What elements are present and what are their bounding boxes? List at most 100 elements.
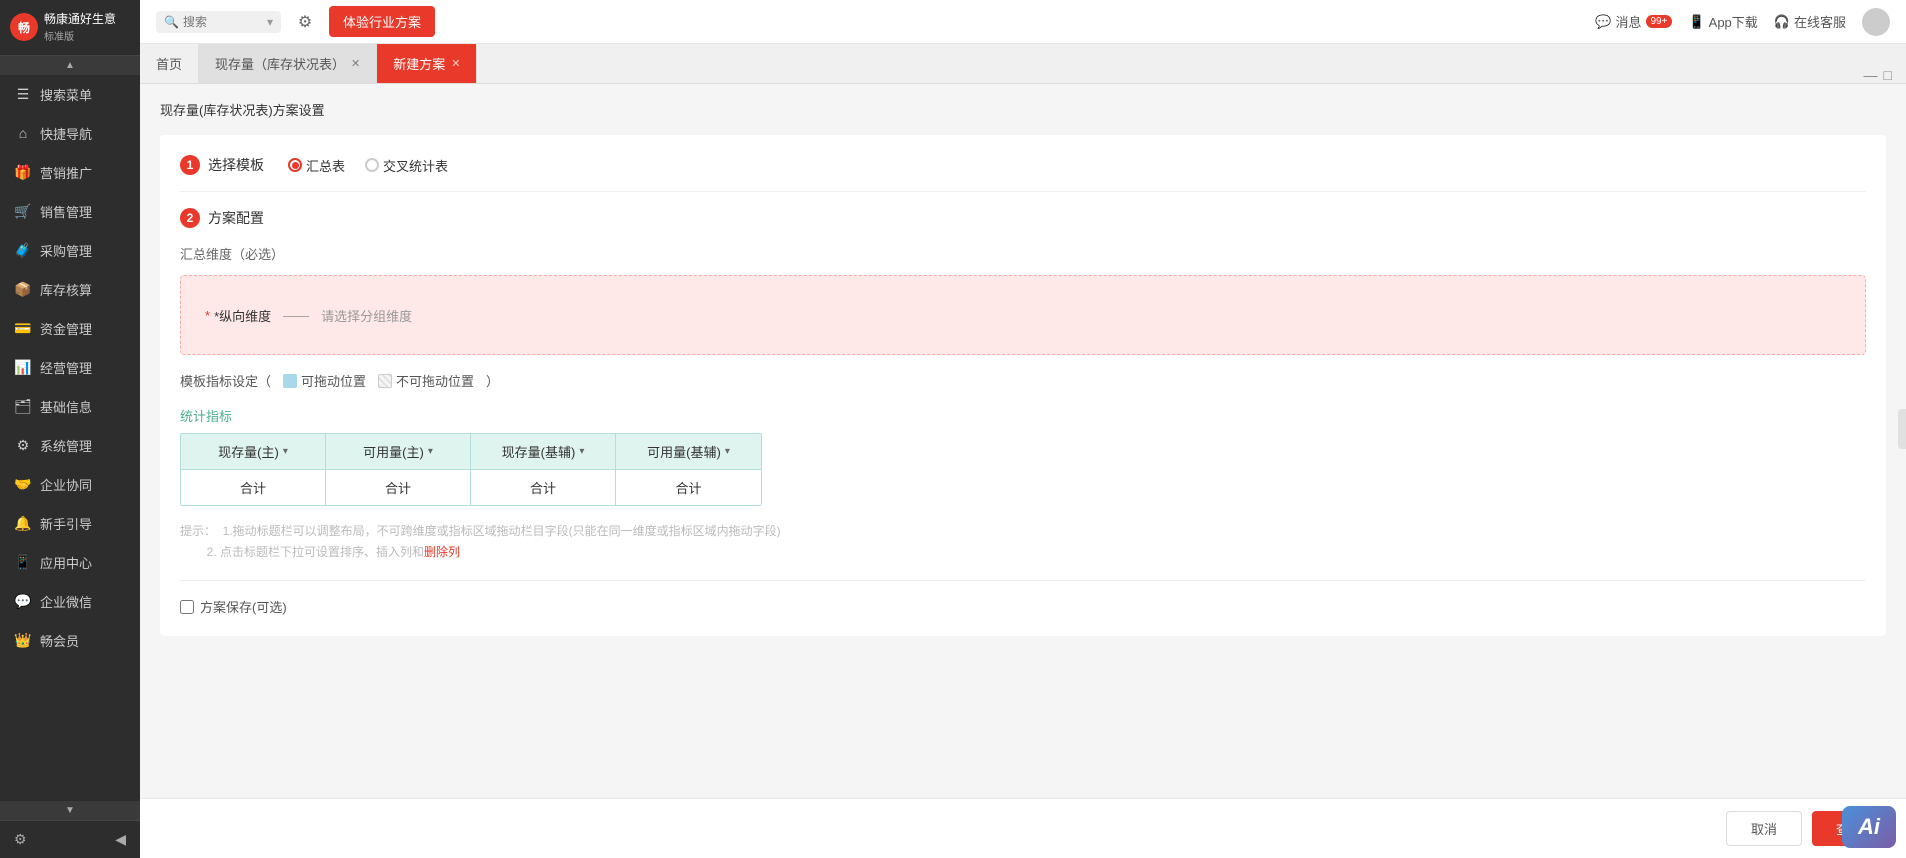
- sidebar-item-search-menu[interactable]: ☰ 搜索菜单: [0, 75, 140, 114]
- settings-icon[interactable]: ⚙: [14, 831, 27, 848]
- tab-new-scheme[interactable]: 新建方案 ✕: [377, 44, 477, 83]
- stats-col-3-label: 可用量(基辅): [647, 442, 721, 461]
- sidebar-item-marketing[interactable]: 🎁 营销推广: [0, 153, 140, 192]
- tab-inventory-status-close[interactable]: ✕: [351, 57, 360, 70]
- sidebar-footer: ⚙ ◀: [0, 820, 140, 858]
- stats-col-2[interactable]: 现存量(基辅) ▾: [471, 434, 616, 469]
- stats-col-0-label: 现存量(主): [218, 442, 279, 461]
- topbar-right: 💬 消息 99+ 📱 App下载 🎧 在线客服: [1595, 8, 1890, 36]
- finance-icon: 💳: [14, 319, 32, 337]
- dimension-placeholder: 请选择分组维度: [321, 306, 412, 325]
- stats-col-1-chevron: ▾: [428, 446, 433, 457]
- app-name-block: 畅康通好生意 标准版: [44, 12, 116, 43]
- messages-icon: 💬: [1595, 14, 1611, 30]
- search-icon: 🔍: [164, 15, 179, 29]
- not-draggable-pattern-box: [378, 374, 392, 388]
- app-download-button[interactable]: 📱 App下载: [1688, 12, 1757, 31]
- topbar-gear-icon[interactable]: ⚙: [291, 8, 319, 36]
- radio-cross-label: 交叉统计表: [383, 156, 448, 175]
- search-dropdown-icon[interactable]: ▾: [267, 15, 273, 29]
- tips-item-1: 2. 点击标题栏下拉可设置排序、插入列和删除列: [180, 543, 1866, 560]
- right-scroll-handle[interactable]: [1898, 409, 1906, 449]
- sidebar-scroll-down[interactable]: ▼: [0, 801, 140, 820]
- app-center-icon: 📱: [14, 553, 32, 571]
- inventory-icon: 📦: [14, 280, 32, 298]
- sidebar-item-cooperation[interactable]: 🤝 企业协同: [0, 465, 140, 504]
- indicator-settings-row: 模板指标设定（ 可拖动位置 不可拖动位置 ）: [180, 371, 1866, 390]
- dimension-dash: ——: [283, 308, 309, 323]
- sidebar-item-label: 库存核算: [40, 280, 92, 299]
- stats-col-0[interactable]: 现存量(主) ▾: [181, 434, 326, 469]
- tab-home-label: 首页: [156, 54, 182, 73]
- radio-summary-circle: [288, 158, 302, 172]
- tab-inventory-status-label: 现存量（库存状况表）: [215, 54, 345, 73]
- app-name: 畅康通好生意: [44, 12, 116, 28]
- sidebar-item-label: 销售管理: [40, 202, 92, 221]
- online-service-button[interactable]: 🎧 在线客服: [1774, 12, 1846, 31]
- dimension-area[interactable]: * *纵向维度 —— 请选择分组维度: [180, 275, 1866, 355]
- sidebar-item-guide[interactable]: 🔔 新手引导: [0, 504, 140, 543]
- stats-col-1[interactable]: 可用量(主) ▾: [326, 434, 471, 469]
- app-version: 标准版: [44, 28, 116, 43]
- stats-col-3[interactable]: 可用量(基辅) ▾: [616, 434, 761, 469]
- sidebar-item-label: 搜索菜单: [40, 85, 92, 104]
- tab-home[interactable]: 首页: [140, 44, 199, 83]
- messages-button[interactable]: 💬 消息 99+: [1595, 12, 1672, 31]
- cancel-button[interactable]: 取消: [1726, 811, 1802, 846]
- sidebar-logo: 畅 畅康通好生意 标准版: [0, 0, 140, 56]
- page-title: 现存量(库存状况表)方案设置: [160, 100, 1886, 119]
- radio-summary-label: 汇总表: [306, 156, 345, 175]
- sidebar-scroll-up[interactable]: ▲: [0, 56, 140, 75]
- radio-cross[interactable]: 交叉统计表: [365, 156, 448, 175]
- sidebar-item-app-center[interactable]: 📱 应用中心: [0, 543, 140, 582]
- draggable-label: 可拖动位置: [301, 371, 366, 390]
- dimension-section-label: 汇总维度（必选）: [180, 244, 1866, 263]
- stats-cell-0-2: 合计: [471, 470, 616, 505]
- radio-cross-circle: [365, 158, 379, 172]
- step2-badge: 2: [180, 208, 200, 228]
- search-input[interactable]: [183, 15, 263, 29]
- main-area: 🔍 ▾ ⚙ 体验行业方案 💬 消息 99+ 📱 App下载 🎧 在线客服: [140, 0, 1906, 858]
- not-draggable-label: 不可拖动位置: [396, 371, 474, 390]
- sidebar-item-basic-info[interactable]: 🗂 基础信息: [0, 387, 140, 426]
- sidebar-item-label: 系统管理: [40, 436, 92, 455]
- ai-badge[interactable]: Ai: [1842, 806, 1896, 848]
- draggable-color-box: [283, 374, 297, 388]
- stats-table-header-row: 现存量(主) ▾ 可用量(主) ▾ 现存量(基辅) ▾ 可用量(基辅): [181, 434, 761, 469]
- minimize-icon[interactable]: —: [1864, 67, 1878, 83]
- sidebar-item-purchase[interactable]: 🧳 采购管理: [0, 231, 140, 270]
- indicator-settings-label: 模板指标设定（: [180, 371, 271, 390]
- radio-summary[interactable]: 汇总表: [288, 156, 345, 175]
- stats-section-label: 统计指标: [180, 406, 1866, 425]
- sidebar-item-inventory[interactable]: 📦 库存核算: [0, 270, 140, 309]
- step1-title: 选择模板: [208, 155, 264, 175]
- sidebar-item-sales[interactable]: 🛒 销售管理: [0, 192, 140, 231]
- trial-industry-button[interactable]: 体验行业方案: [329, 6, 435, 37]
- sidebar-item-operations[interactable]: 📊 经营管理: [0, 348, 140, 387]
- tab-inventory-status[interactable]: 现存量（库存状况表） ✕: [199, 44, 377, 83]
- search-box[interactable]: 🔍 ▾: [156, 11, 281, 33]
- collapse-sidebar-icon[interactable]: ◀: [115, 831, 126, 848]
- sidebar-item-finance[interactable]: 💳 资金管理: [0, 309, 140, 348]
- not-draggable-position-toggle: 不可拖动位置: [378, 371, 474, 390]
- tips-section: 提示： 1.拖动标题栏可以调整布局，不可跨维度或指标区域拖动栏目字段(只能在同一…: [180, 522, 1866, 560]
- sidebar-item-label: 快捷导航: [40, 124, 92, 143]
- sidebar-item-system[interactable]: ⚙ 系统管理: [0, 426, 140, 465]
- system-icon: ⚙: [14, 436, 32, 454]
- user-avatar[interactable]: [1862, 8, 1890, 36]
- content-area: 现存量(库存状况表)方案设置 1 选择模板 汇总表 交叉统计表: [140, 84, 1906, 858]
- stats-cell-0-0: 合计: [181, 470, 326, 505]
- tab-new-scheme-close[interactable]: ✕: [451, 57, 460, 70]
- app-download-icon: 📱: [1688, 14, 1704, 30]
- divider-1: [180, 191, 1866, 192]
- maximize-icon[interactable]: □: [1884, 67, 1892, 83]
- save-scheme-checkbox[interactable]: [180, 600, 194, 614]
- sidebar-item-wechat[interactable]: 💬 企业微信: [0, 582, 140, 621]
- sidebar-item-label: 经营管理: [40, 358, 92, 377]
- marketing-icon: 🎁: [14, 163, 32, 181]
- dimension-required-star: *: [205, 308, 210, 323]
- sidebar-item-quick-nav[interactable]: ⌂ 快捷导航: [0, 114, 140, 153]
- stats-section: 统计指标 现存量(主) ▾ 可用量(主) ▾ 现存量(基辅): [180, 406, 1866, 506]
- app-logo-icon: 畅: [10, 13, 38, 41]
- sidebar-item-member[interactable]: 👑 畅会员: [0, 621, 140, 660]
